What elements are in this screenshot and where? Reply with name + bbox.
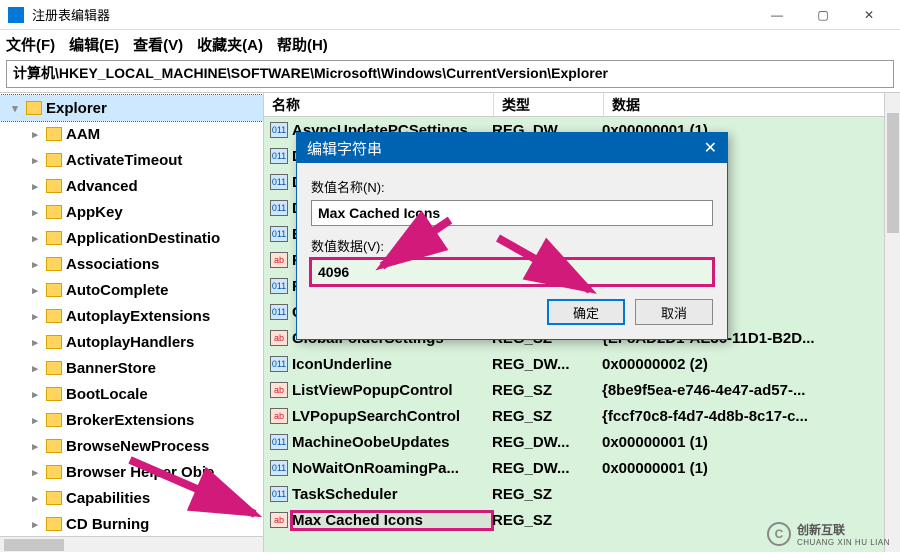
maximize-button[interactable]: ▢ xyxy=(800,0,846,30)
tree-item[interactable]: ▸Advanced xyxy=(0,173,263,199)
close-button[interactable]: ✕ xyxy=(846,0,892,30)
tree-item[interactable]: ▸BannerStore xyxy=(0,355,263,381)
list-vscrollbar[interactable] xyxy=(884,93,900,552)
tree-item[interactable]: ▸Capabilities xyxy=(0,485,263,511)
value-data: 0x00000001 (1) xyxy=(602,460,900,477)
dialog-title: 编辑字符串 xyxy=(307,138,382,159)
value-name: ListViewPopupControl xyxy=(292,382,492,399)
dialog-close-icon[interactable]: ✕ xyxy=(704,138,717,158)
value-type-icon: 011 xyxy=(270,304,288,320)
col-type[interactable]: 类型 xyxy=(494,93,604,116)
tree-item[interactable]: ▸ApplicationDestinatio xyxy=(0,225,263,251)
tree-item[interactable]: ▸AAM xyxy=(0,121,263,147)
list-row[interactable]: 011IconUnderlineREG_DW...0x00000002 (2) xyxy=(264,351,900,377)
tree-item[interactable]: ▸BrowseNewProcess xyxy=(0,433,263,459)
tree-item[interactable]: ▸CD Burning xyxy=(0,511,263,537)
value-data: 0x00000002 (2) xyxy=(602,356,900,373)
value-type-icon: ab xyxy=(270,512,288,528)
col-name[interactable]: 名称 xyxy=(264,93,494,116)
value-name: IconUnderline xyxy=(292,356,492,373)
value-type-icon: ab xyxy=(270,252,288,268)
tree-item[interactable]: ▸BootLocale xyxy=(0,381,263,407)
value-name: TaskScheduler xyxy=(292,486,492,503)
cancel-button[interactable]: 取消 xyxy=(635,299,713,325)
value-type: REG_DW... xyxy=(492,434,602,451)
menu-help[interactable]: 帮助(H) xyxy=(277,34,328,55)
watermark: C 创新互联 CHUANG XIN HU LIAN xyxy=(767,521,890,547)
value-data: {8be9f5ea-e746-4e47-ad57-... xyxy=(602,382,900,399)
value-type-icon: 011 xyxy=(270,434,288,450)
tree-item[interactable]: ▸Associations xyxy=(0,251,263,277)
menu-edit[interactable]: 编辑(E) xyxy=(69,34,119,55)
edit-string-dialog: 编辑字符串 ✕ 数值名称(N): 数值数据(V): 确定 取消 xyxy=(296,132,728,340)
tree-item[interactable]: ▸AutoComplete xyxy=(0,277,263,303)
value-type-icon: 011 xyxy=(270,148,288,164)
tree-hscrollbar[interactable] xyxy=(0,536,263,552)
watermark-brand: 创新互联 xyxy=(797,521,890,538)
watermark-sub: CHUANG XIN HU LIAN xyxy=(797,538,890,547)
value-type-icon: 011 xyxy=(270,356,288,372)
ok-button[interactable]: 确定 xyxy=(547,299,625,325)
value-type-icon: 011 xyxy=(270,486,288,502)
value-type: REG_SZ xyxy=(492,382,602,399)
window-title: 注册表编辑器 xyxy=(32,5,754,24)
menubar: 文件(F) 编辑(E) 查看(V) 收藏夹(A) 帮助(H) xyxy=(0,30,900,58)
value-type-icon: 011 xyxy=(270,200,288,216)
value-type: REG_SZ xyxy=(492,486,602,503)
list-row[interactable]: abListViewPopupControlREG_SZ{8be9f5ea-e7… xyxy=(264,377,900,403)
menu-file[interactable]: 文件(F) xyxy=(6,34,55,55)
value-type-icon: 011 xyxy=(270,174,288,190)
menu-view[interactable]: 查看(V) xyxy=(133,34,183,55)
tree-item[interactable]: ▸BrokerExtensions xyxy=(0,407,263,433)
tree-item[interactable]: ▸AppKey xyxy=(0,199,263,225)
tree-item[interactable]: ▸AutoplayHandlers xyxy=(0,329,263,355)
tree-item[interactable]: ▸AutoplayExtensions xyxy=(0,303,263,329)
value-type-icon: ab xyxy=(270,382,288,398)
list-header: 名称 类型 数据 xyxy=(264,93,900,117)
value-name-label: 数值名称(N): xyxy=(311,177,713,196)
tree-item-explorer[interactable]: ▾Explorer xyxy=(0,95,263,121)
value-data: 0x00000001 (1) xyxy=(602,434,900,451)
titlebar: 注册表编辑器 — ▢ ✕ xyxy=(0,0,900,30)
value-type-icon: ab xyxy=(270,408,288,424)
value-name-input[interactable] xyxy=(311,200,713,226)
value-data-label: 数值数据(V): xyxy=(311,236,713,255)
value-type: REG_SZ xyxy=(492,408,602,425)
dialog-titlebar[interactable]: 编辑字符串 ✕ xyxy=(297,133,727,163)
col-data[interactable]: 数据 xyxy=(604,93,900,116)
value-type-icon: 011 xyxy=(270,122,288,138)
value-type: REG_SZ xyxy=(492,512,602,529)
tree-item[interactable]: ▸ActivateTimeout xyxy=(0,147,263,173)
value-type-icon: 011 xyxy=(270,226,288,242)
app-icon xyxy=(8,7,24,23)
list-row[interactable]: 011MachineOobeUpdatesREG_DW...0x00000001… xyxy=(264,429,900,455)
value-type-icon: 011 xyxy=(270,460,288,476)
menu-fav[interactable]: 收藏夹(A) xyxy=(197,34,263,55)
address-bar[interactable]: 计算机\HKEY_LOCAL_MACHINE\SOFTWARE\Microsof… xyxy=(6,60,894,88)
value-type-icon: ab xyxy=(270,330,288,346)
value-name: MachineOobeUpdates xyxy=(292,434,492,451)
value-type-icon: 011 xyxy=(270,278,288,294)
value-name: LVPopupSearchControl xyxy=(292,408,492,425)
value-data-input[interactable] xyxy=(311,259,713,285)
value-type: REG_DW... xyxy=(492,460,602,477)
minimize-button[interactable]: — xyxy=(754,0,800,30)
value-name: NoWaitOnRoamingPa... xyxy=(292,460,492,477)
list-row[interactable]: 011NoWaitOnRoamingPa...REG_DW...0x000000… xyxy=(264,455,900,481)
list-row[interactable]: abLVPopupSearchControlREG_SZ{fccf70c8-f4… xyxy=(264,403,900,429)
tree-item[interactable]: ▸Browser Helper Obje xyxy=(0,459,263,485)
value-data: {fccf70c8-f4d7-4d8b-8c17-c... xyxy=(602,408,900,425)
value-name: Max Cached Icons xyxy=(292,512,492,529)
watermark-logo-icon: C xyxy=(767,522,791,546)
value-type: REG_DW... xyxy=(492,356,602,373)
list-row[interactable]: 011TaskSchedulerREG_SZ xyxy=(264,481,900,507)
tree-pane: ▾Explorer▸AAM▸ActivateTimeout▸Advanced▸A… xyxy=(0,93,264,552)
